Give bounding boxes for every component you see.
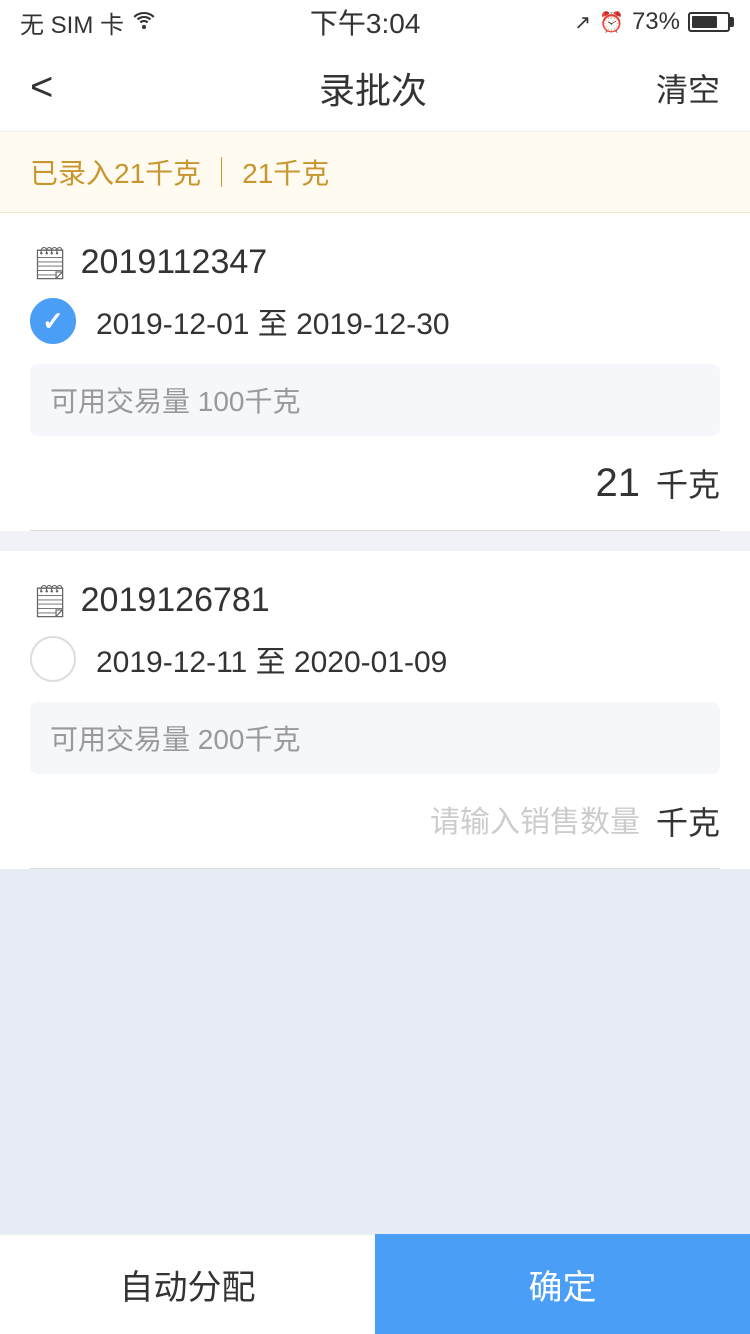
back-button[interactable]: <: [30, 65, 90, 110]
summary-bar: 已录入21千克 21千克: [0, 132, 750, 213]
battery-icon: [688, 12, 730, 32]
batch-item-2: 🗒 2019126781 2019-12-11 至 2020-01-09 可用交…: [0, 551, 750, 774]
status-right: ↗ ⏰ 73%: [574, 8, 730, 36]
time-label: 下午3:04: [310, 2, 421, 42]
batch-date-row-1[interactable]: 2019-12-01 至 2019-12-30: [30, 298, 720, 344]
batch-date-row-2[interactable]: 2019-12-11 至 2020-01-09: [30, 636, 720, 682]
battery-percent: 73%: [632, 8, 680, 36]
batch-available-1: 可用交易量 100千克: [30, 364, 720, 436]
input-row-1: 21 千克: [30, 436, 720, 530]
qty-value-1: 21: [595, 461, 640, 506]
batch-icon-2: 🗒: [30, 582, 71, 620]
confirm-button[interactable]: 确定: [375, 1234, 750, 1334]
batch-date-1: 2019-12-01 至 2019-12-30: [96, 299, 450, 343]
batch-header-1: 🗒 2019112347: [30, 243, 720, 282]
batch-icon-1: 🗒: [30, 244, 71, 282]
batch-id-2: 2019126781: [81, 581, 270, 620]
batch-date-2: 2019-12-11 至 2020-01-09: [96, 637, 447, 681]
wifi-icon: [132, 8, 156, 36]
batch-header-2: 🗒 2019126781: [30, 581, 720, 620]
bottom-buttons: 自动分配 确定: [0, 1234, 750, 1334]
batch-available-2: 可用交易量 200千克: [30, 702, 720, 774]
input-row-2: 千克: [30, 774, 720, 868]
qty-input-2[interactable]: [30, 802, 640, 841]
unit-label-2: 千克: [656, 798, 720, 844]
page-title: 录批次: [319, 62, 427, 114]
item-divider: [0, 531, 750, 551]
radio-1[interactable]: [30, 298, 76, 344]
auto-distribute-button[interactable]: 自动分配: [0, 1234, 375, 1334]
radio-2[interactable]: [30, 636, 76, 682]
summary-value: 21千克: [242, 152, 329, 192]
batch-id-1: 2019112347: [81, 243, 268, 282]
summary-label: 已录入21千克: [30, 152, 201, 192]
qty-container-1: 21 千克: [0, 436, 750, 531]
qty-container-2: 千克: [0, 774, 750, 869]
nav-bar: < 录批次 清空: [0, 44, 750, 132]
batch-item-1: 🗒 2019112347 2019-12-01 至 2019-12-30 可用交…: [0, 213, 750, 436]
summary-divider: [221, 157, 222, 187]
status-bar: 无 SIM 卡 下午3:04 ↗ ⏰ 73%: [0, 0, 750, 44]
alarm-icon: ⏰: [599, 10, 624, 35]
unit-label-1: 千克: [656, 460, 720, 506]
carrier-label: 无 SIM 卡: [20, 5, 124, 40]
location-icon: ↗: [574, 10, 591, 35]
status-left: 无 SIM 卡: [20, 5, 156, 40]
clear-button[interactable]: 清空: [656, 65, 720, 111]
